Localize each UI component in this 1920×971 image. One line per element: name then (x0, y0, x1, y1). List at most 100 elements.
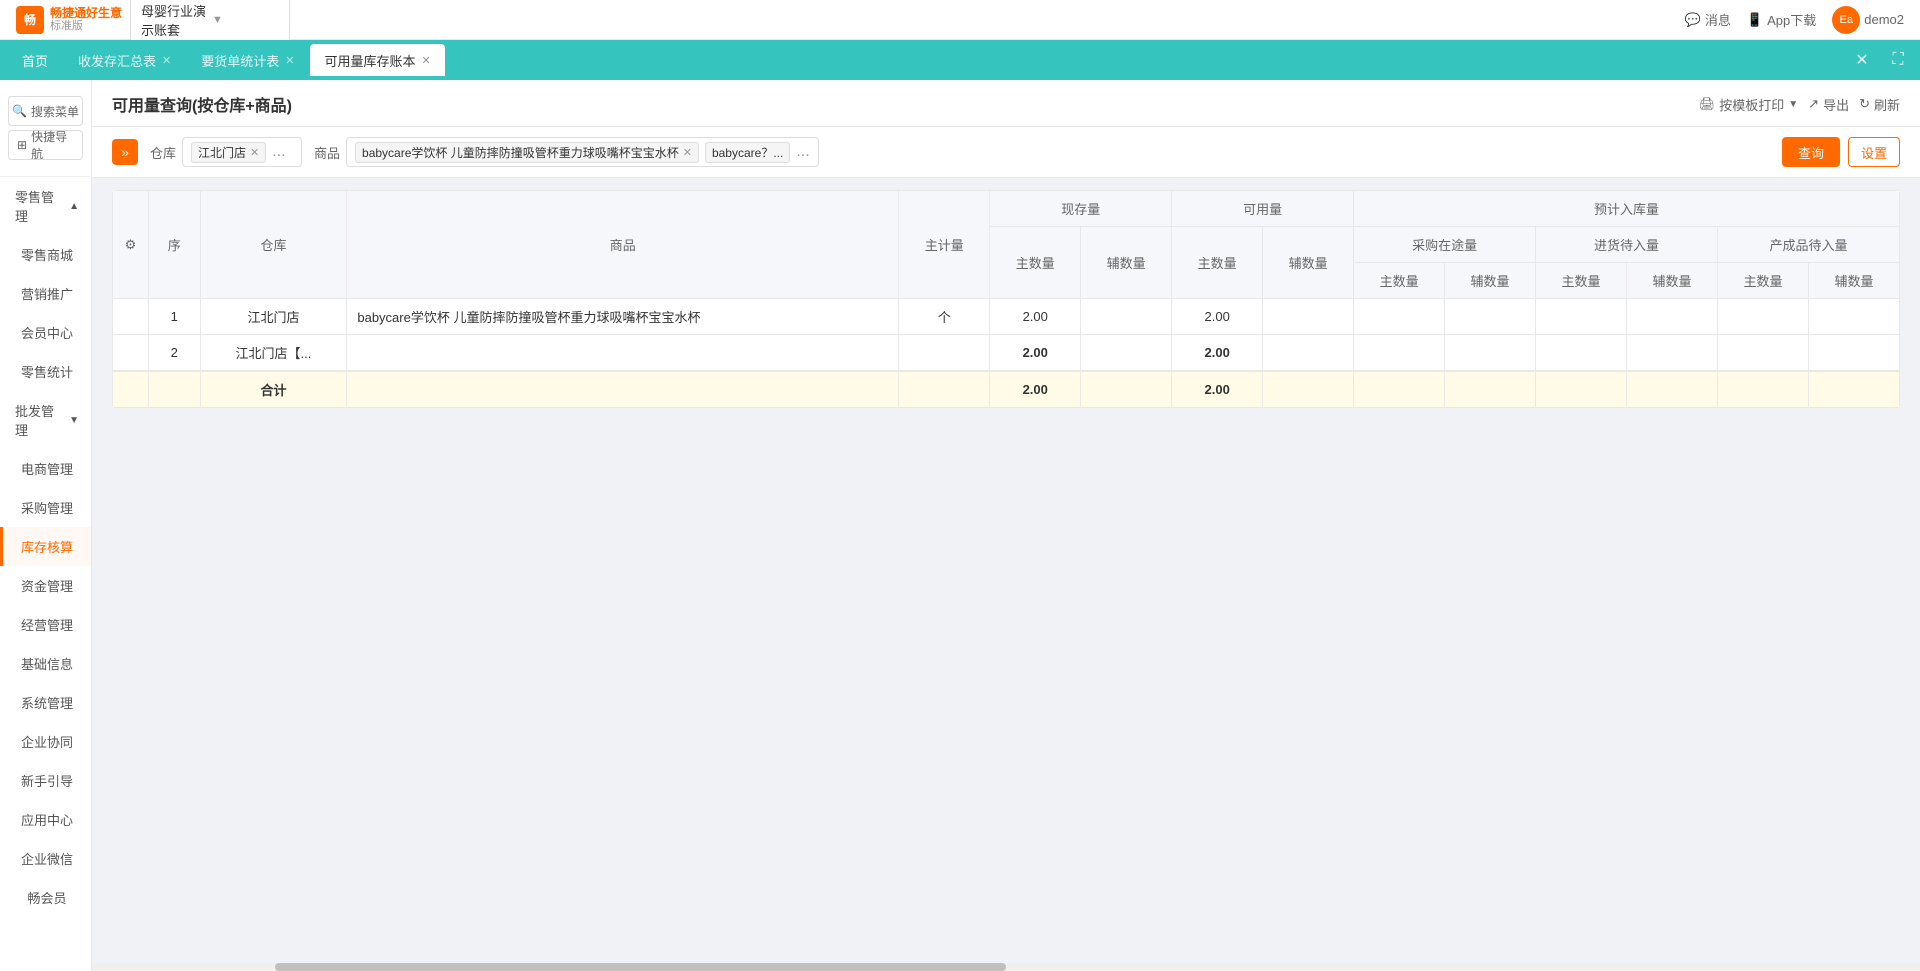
search-icon: 🔍 (12, 104, 27, 118)
sidebar-item-电商管理[interactable]: 电商管理 (0, 449, 91, 488)
tab-要货单[interactable]: 要货单统计表 ✕ (187, 44, 308, 76)
sidebar-item-企业协同[interactable]: 企业协同 (0, 722, 91, 761)
app-download-button[interactable]: 📱 App下载 (1747, 10, 1816, 29)
tab-label-2: 可用量库存账本 (324, 51, 415, 70)
footer-label: 合计 (200, 371, 347, 408)
product-filter: 商品 babycare学饮杯 儿童防摔防撞吸管杯重力球吸嘴杯宝宝水杯 ✕ bab… (314, 137, 819, 167)
sidebar-label-2: 营销推广 (21, 284, 73, 303)
th-incoming-aux: 辅数量 (1627, 263, 1718, 299)
th-avail-aux: 辅数量 (1263, 227, 1354, 299)
warehouse-input[interactable]: 江北门店 ✕ ... (182, 137, 302, 167)
cell-gear-2 (113, 335, 149, 372)
th-seq: 序 (149, 191, 201, 299)
footer-stock-aux (1081, 371, 1172, 408)
th-gear[interactable]: ⚙ (113, 191, 149, 299)
sidebar-label-3: 会员中心 (21, 323, 73, 342)
cell-incoming-main-2 (1536, 335, 1627, 372)
refresh-button[interactable]: ↻ 刷新 (1859, 95, 1900, 114)
sidebar-item-经营管理[interactable]: 经营管理 (0, 605, 91, 644)
product-tag-1-remove[interactable]: ✕ (683, 146, 692, 159)
nav-icon: ⊞ (17, 138, 27, 152)
warehouse-filter: 仓库 江北门店 ✕ ... (150, 137, 302, 167)
sidebar-item-资金管理[interactable]: 资金管理 (0, 566, 91, 605)
tab-close-2[interactable]: ✕ (422, 54, 431, 67)
query-button[interactable]: 查询 (1782, 137, 1840, 167)
sidebar-label-0: 零售管理 (15, 187, 65, 225)
tab-収発存[interactable]: 收发存汇总表 ✕ (64, 44, 185, 76)
page-actions: 🖨 按模板打印 ▼ ↗ 导出 ↻ 刷新 (1699, 95, 1900, 114)
th-current-stock: 现存量 (990, 191, 1172, 227)
sidebar-item-基础信息[interactable]: 基础信息 (0, 644, 91, 683)
print-icon: 🖨 (1699, 96, 1716, 112)
quick-nav-button[interactable]: ⊞ 快捷导航 (8, 130, 83, 160)
search-menu-button[interactable]: 🔍 搜索菜单 (8, 96, 83, 126)
product-more[interactable]: ... (796, 143, 809, 161)
export-button[interactable]: ↗ 导出 (1808, 95, 1849, 114)
top-bar-right: 💬 消息 📱 App下载 Ea demo2 (1685, 6, 1904, 34)
close-nav-icon[interactable]: ✕ (1848, 46, 1876, 74)
store-selector[interactable]: 母婴行业演示账套 ▼ (130, 0, 290, 44)
warehouse-more[interactable]: ... (272, 143, 285, 161)
tab-home[interactable]: 首页 (8, 51, 62, 70)
sidebar-item-应用中心[interactable]: 应用中心 (0, 800, 91, 839)
sidebar-item-会员中心[interactable]: 会员中心 (0, 313, 91, 352)
tab-close-1[interactable]: ✕ (285, 54, 294, 67)
tab-label-1: 要货单统计表 (201, 51, 279, 70)
export-icon: ↗ (1808, 96, 1819, 112)
th-product: 商品 (347, 191, 899, 299)
setting-button[interactable]: 设置 (1848, 137, 1900, 167)
sidebar-item-营销推广[interactable]: 营销推广 (0, 274, 91, 313)
sidebar-item-新手引导[interactable]: 新手引导 (0, 761, 91, 800)
tab-label-0: 收发存汇总表 (78, 51, 156, 70)
logo-icon: 畅 (16, 6, 44, 34)
footer-stock-main: 2.00 (990, 371, 1081, 408)
data-table: ⚙ 序 仓库 商品 主计量 现存量 可用量 预计入库量 主数量 辅数量 主数量 … (112, 190, 1900, 408)
th-planned-inbound: 预计入库量 (1354, 191, 1900, 227)
expand-nav-icon[interactable]: ⛶ (1884, 46, 1912, 74)
logo-subtext: 标准版 (50, 20, 122, 33)
mobile-icon: 📱 (1747, 12, 1763, 28)
sidebar-item-零售管理[interactable]: 零售管理 ▲ (0, 177, 91, 235)
chevron-icon-print: ▼ (1788, 99, 1798, 110)
cell-purchase-main-2 (1354, 335, 1445, 372)
footer-prod-main (1717, 371, 1808, 408)
sidebar-item-企业微信[interactable]: 企业微信 (0, 839, 91, 878)
user-menu[interactable]: Ea demo2 (1832, 6, 1904, 34)
warehouse-tag: 江北门店 ✕ (191, 142, 266, 163)
tab-可用量[interactable]: 可用量库存账本 ✕ (310, 44, 444, 76)
sidebar-label-8: 库存核算 (21, 537, 73, 556)
sidebar-item-零售商城[interactable]: 零售商城 (0, 235, 91, 274)
sidebar-item-零售统计[interactable]: 零售统计 (0, 352, 91, 391)
avatar: Ea (1832, 6, 1860, 34)
scroll-thumb[interactable] (275, 963, 1006, 971)
message-label: 消息 (1705, 10, 1731, 29)
cell-avail-aux-2 (1263, 335, 1354, 372)
sidebar-item-系统管理[interactable]: 系统管理 (0, 683, 91, 722)
expand-filter-button[interactable]: » (112, 139, 138, 165)
warehouse-tag-remove[interactable]: ✕ (250, 146, 259, 159)
cell-unit-2 (899, 335, 990, 372)
horizontal-scrollbar[interactable] (92, 963, 1920, 971)
tab-close-0[interactable]: ✕ (162, 54, 171, 67)
footer-seq (149, 371, 201, 408)
footer-unit (899, 371, 990, 408)
sidebar-label-11: 基础信息 (21, 654, 73, 673)
sidebar-label-17: 畅会员 (27, 888, 66, 907)
template-print-label: 按模板打印 (1719, 95, 1784, 114)
cell-warehouse-2: 江北门店【... (200, 335, 347, 372)
sidebar-item-畅会员[interactable]: 畅会员 (0, 878, 91, 917)
cell-prod-aux-1 (1808, 299, 1899, 335)
warehouse-label: 仓库 (150, 143, 176, 162)
product-input[interactable]: babycare学饮杯 儿童防摔防撞吸管杯重力球吸嘴杯宝宝水杯 ✕ babyca… (346, 137, 819, 167)
sidebar-item-库存核算[interactable]: 库存核算 (0, 527, 91, 566)
th-avail-main: 主数量 (1172, 227, 1263, 299)
sidebar-item-批发管理[interactable]: 批发管理 ▼ (0, 391, 91, 449)
logo-text: 畅捷通好生意 (50, 6, 122, 20)
sidebar-label-12: 系统管理 (21, 693, 73, 712)
cell-incoming-aux-1 (1627, 299, 1718, 335)
cell-stock-main-1: 2.00 (990, 299, 1081, 335)
sidebar-item-采购管理[interactable]: 采购管理 (0, 488, 91, 527)
th-prod-aux: 辅数量 (1808, 263, 1899, 299)
message-button[interactable]: 💬 消息 (1685, 10, 1731, 29)
template-print-button[interactable]: 🖨 按模板打印 ▼ (1699, 95, 1798, 114)
